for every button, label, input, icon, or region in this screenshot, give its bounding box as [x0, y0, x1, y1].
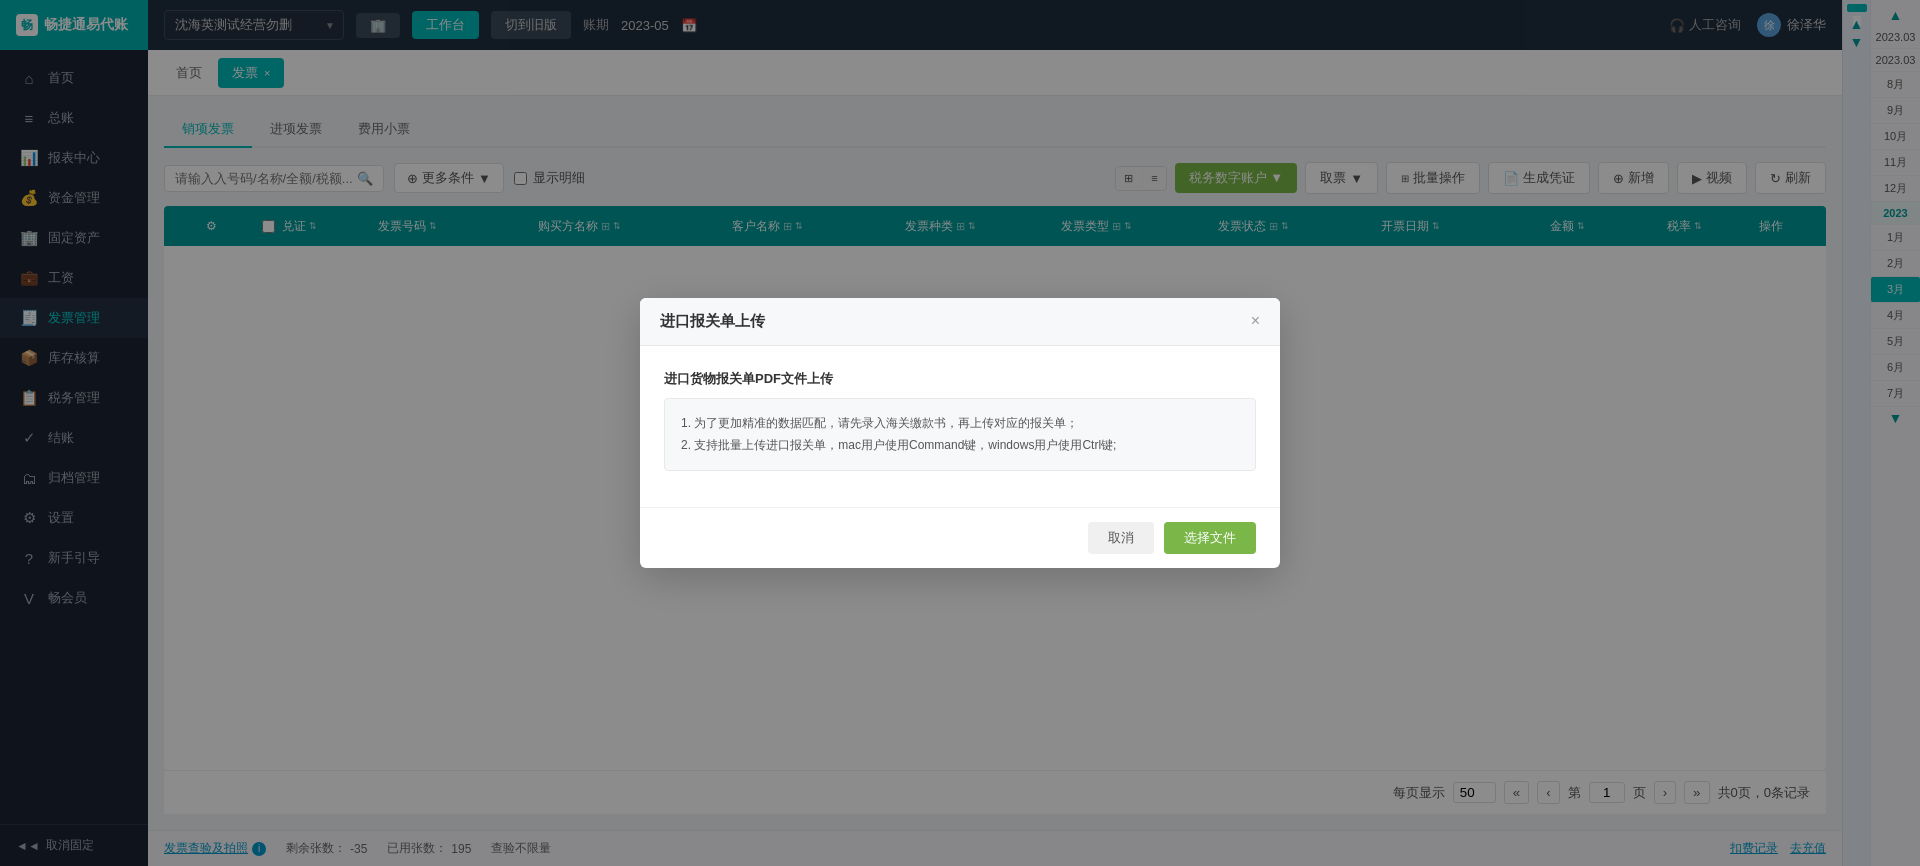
upload-modal: 进口报关单上传 × 进口货物报关单PDF文件上传 1. 为了更加精准的数据匹配，…: [640, 298, 1280, 568]
modal-title: 进口报关单上传: [660, 312, 765, 331]
modal-close-button[interactable]: ×: [1251, 312, 1260, 330]
modal-cancel-button[interactable]: 取消: [1088, 522, 1154, 554]
modal-select-file-button[interactable]: 选择文件: [1164, 522, 1256, 554]
modal-header: 进口报关单上传 ×: [640, 298, 1280, 346]
modal-section-title: 进口货物报关单PDF文件上传: [664, 370, 1256, 388]
notice-item-2: 2. 支持批量上传进口报关单，mac用户使用Command键，windows用户…: [681, 435, 1239, 457]
modal-footer: 取消 选择文件: [640, 507, 1280, 568]
notice-item-1: 1. 为了更加精准的数据匹配，请先录入海关缴款书，再上传对应的报关单；: [681, 413, 1239, 435]
modal-body: 进口货物报关单PDF文件上传 1. 为了更加精准的数据匹配，请先录入海关缴款书，…: [640, 346, 1280, 507]
modal-notice: 1. 为了更加精准的数据匹配，请先录入海关缴款书，再上传对应的报关单； 2. 支…: [664, 398, 1256, 471]
modal-overlay[interactable]: 进口报关单上传 × 进口货物报关单PDF文件上传 1. 为了更加精准的数据匹配，…: [0, 0, 1920, 866]
